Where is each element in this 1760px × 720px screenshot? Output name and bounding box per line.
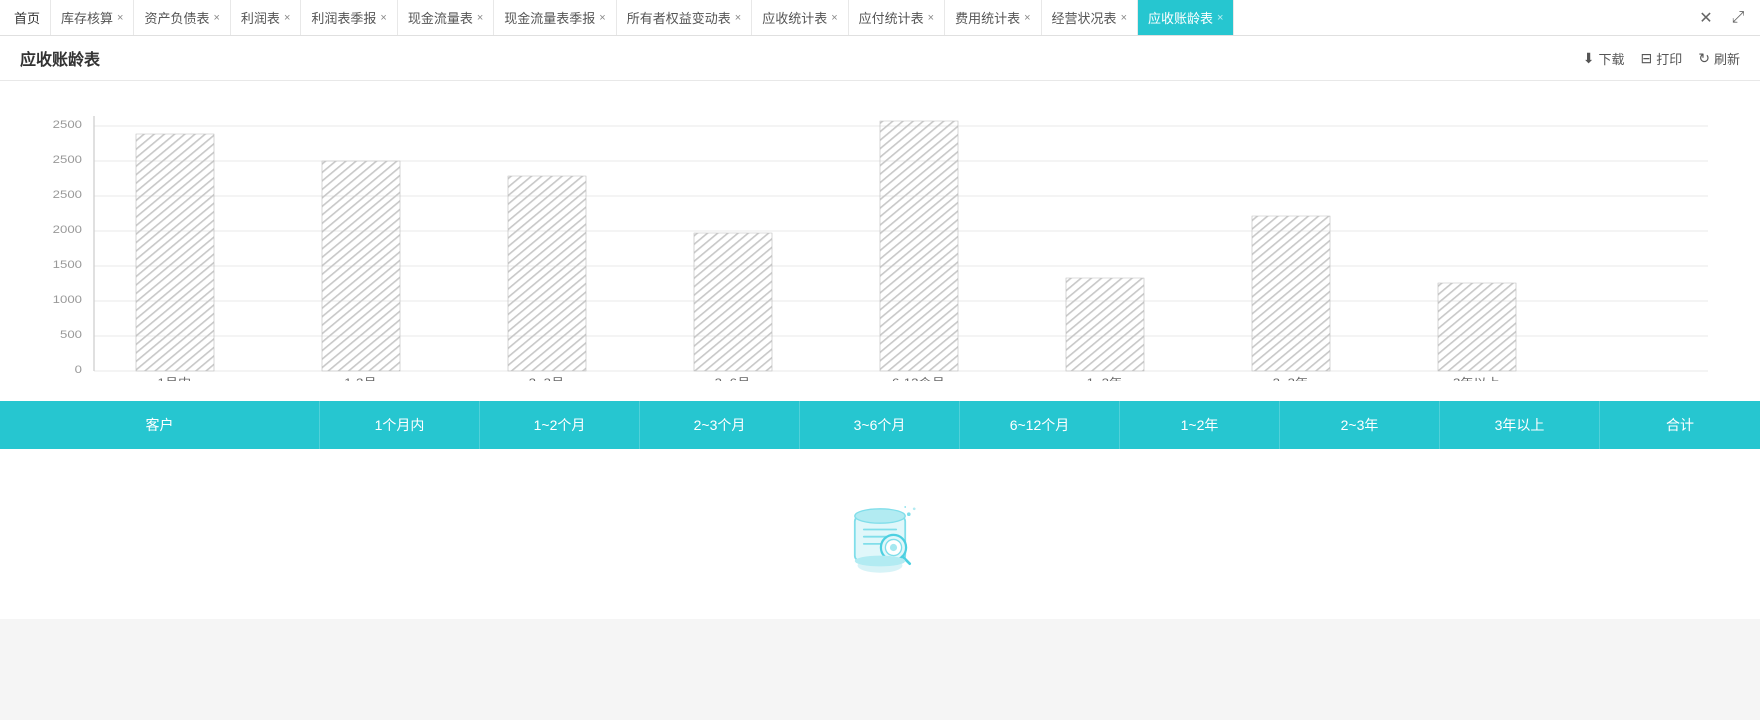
empty-state [0,449,1760,619]
svg-text:3~6月: 3~6月 [715,376,751,381]
svg-text:1000: 1000 [53,293,83,306]
refresh-icon: ↻ [1698,50,1710,67]
tab-item-balance-sheet[interactable]: 资产负债表 × [134,0,230,36]
tab-item-cashflow-quarterly[interactable]: 现金流量表季报 × [494,0,616,36]
tab-label-equity: 所有者权益变动表 [627,8,731,27]
tab-item-profit[interactable]: 利润表 × [231,0,301,36]
svg-text:3年以上: 3年以上 [1453,376,1500,381]
tab-label-payable-stat: 应付统计表 [859,8,924,27]
print-label: 打印 [1656,49,1682,68]
tab-label-balance-sheet: 资产负债表 [144,8,209,27]
svg-text:2500: 2500 [53,188,83,201]
table-header-cell-3: 2~3个月 [640,401,800,449]
table-header-cell-2: 1~2个月 [480,401,640,449]
svg-text:2000: 2000 [53,223,83,236]
tab-item-equity[interactable]: 所有者权益变动表 × [617,0,752,36]
refresh-button[interactable]: ↻ 刷新 [1698,49,1740,68]
svg-text:0: 0 [75,363,83,376]
svg-text:1~2年: 1~2年 [1087,376,1123,381]
tab-close-cashflow-quarterly[interactable]: × [599,12,605,24]
tab-close-cashflow[interactable]: × [477,12,483,24]
table-header-cell-5: 6~12个月 [960,401,1120,449]
table-header-cell-4: 3~6个月 [800,401,960,449]
tab-label-receivable-stat: 应收统计表 [762,8,827,27]
tab-label-home: 首页 [14,8,40,27]
tab-item-receivable-stat[interactable]: 应收统计表 × [752,0,848,36]
table-header-cell-1: 1个月内 [320,401,480,449]
tab-close-expense-stat[interactable]: × [1024,12,1030,24]
svg-text:1-2月: 1-2月 [344,376,376,381]
refresh-label: 刷新 [1714,49,1740,68]
tab-bar-actions: ✕ ⤢ [1692,4,1756,32]
print-icon: ⊟ [1641,50,1653,67]
chart-svg: 0 500 1000 1500 2000 2500 2500 2500 [40,101,1720,381]
tab-scroll: 首页库存核算×资产负债表×利润表×利润表季报×现金流量表×现金流量表季报×所有者… [4,0,1692,36]
tab-label-profit-quarterly: 利润表季报 [311,8,376,27]
tab-bar: 首页库存核算×资产负债表×利润表×利润表季报×现金流量表×现金流量表季报×所有者… [0,0,1760,36]
tab-label-operation: 经营状况表 [1052,8,1117,27]
page-title: 应收账龄表 [20,46,100,70]
tab-close-profit-quarterly[interactable]: × [380,12,386,24]
tab-label-expense-stat: 费用统计表 [955,8,1020,27]
table-header-cell-7: 2~3年 [1280,401,1440,449]
tab-label-ar-aging: 应收账龄表 [1148,8,1213,27]
tab-item-home[interactable]: 首页 [4,0,51,36]
tab-close-operation[interactable]: × [1121,12,1127,24]
tab-item-ar-aging[interactable]: 应收账龄表 × [1138,0,1234,36]
svg-text:500: 500 [60,328,82,341]
download-button[interactable]: ⬇ 下载 [1583,49,1625,68]
chart-container: 0 500 1000 1500 2000 2500 2500 2500 [0,81,1760,401]
tab-close-balance-sheet[interactable]: × [213,12,219,24]
print-button[interactable]: ⊟ 打印 [1641,49,1683,68]
tab-close-ar-aging[interactable]: × [1217,12,1223,24]
maximize-button[interactable]: ⤢ [1724,4,1752,32]
empty-state-icon [835,489,925,579]
main-content: 0 500 1000 1500 2000 2500 2500 2500 [0,81,1760,619]
minimize-button[interactable]: ✕ [1692,4,1720,32]
tab-item-expense-stat[interactable]: 费用统计表 × [945,0,1041,36]
table-header-cell-6: 1~2年 [1120,401,1280,449]
svg-text:2500: 2500 [53,118,83,131]
tab-item-inventory[interactable]: 库存核算 × [51,0,134,36]
svg-text:2500: 2500 [53,153,83,166]
table-header-cell-8: 3年以上 [1440,401,1600,449]
svg-text:2~3月: 2~3月 [529,376,565,381]
tab-item-payable-stat[interactable]: 应付统计表 × [849,0,945,36]
page-header: 应收账龄表 ⬇ 下载 ⊟ 打印 ↻ 刷新 [0,36,1760,81]
download-label: 下载 [1598,49,1624,68]
tab-close-receivable-stat[interactable]: × [831,12,837,24]
table-header-cell-0: 客户 [0,401,320,449]
table-header-cell-9: 合计 [1600,401,1760,449]
svg-text:1500: 1500 [53,258,83,271]
tab-close-payable-stat[interactable]: × [928,12,934,24]
header-actions: ⬇ 下载 ⊟ 打印 ↻ 刷新 [1583,49,1740,68]
tab-label-cashflow: 现金流量表 [408,8,473,27]
tab-label-profit: 利润表 [241,8,280,27]
tab-close-inventory[interactable]: × [117,12,123,24]
table-header: 客户1个月内1~2个月2~3个月3~6个月6~12个月1~2年2~3年3年以上合… [0,401,1760,449]
tab-item-profit-quarterly[interactable]: 利润表季报 × [301,0,397,36]
download-icon: ⬇ [1583,50,1595,67]
svg-text:6-12个月: 6-12个月 [892,376,945,381]
tab-close-profit[interactable]: × [284,12,290,24]
tab-item-cashflow[interactable]: 现金流量表 × [398,0,494,36]
svg-text:1月内: 1月内 [158,376,192,381]
tab-label-inventory: 库存核算 [61,8,113,27]
tab-close-equity[interactable]: × [735,12,741,24]
svg-text:2~3年: 2~3年 [1273,376,1309,381]
chart-inner: 0 500 1000 1500 2000 2500 2500 2500 [40,101,1720,381]
tab-item-operation[interactable]: 经营状况表 × [1042,0,1138,36]
tab-label-cashflow-quarterly: 现金流量表季报 [504,8,595,27]
